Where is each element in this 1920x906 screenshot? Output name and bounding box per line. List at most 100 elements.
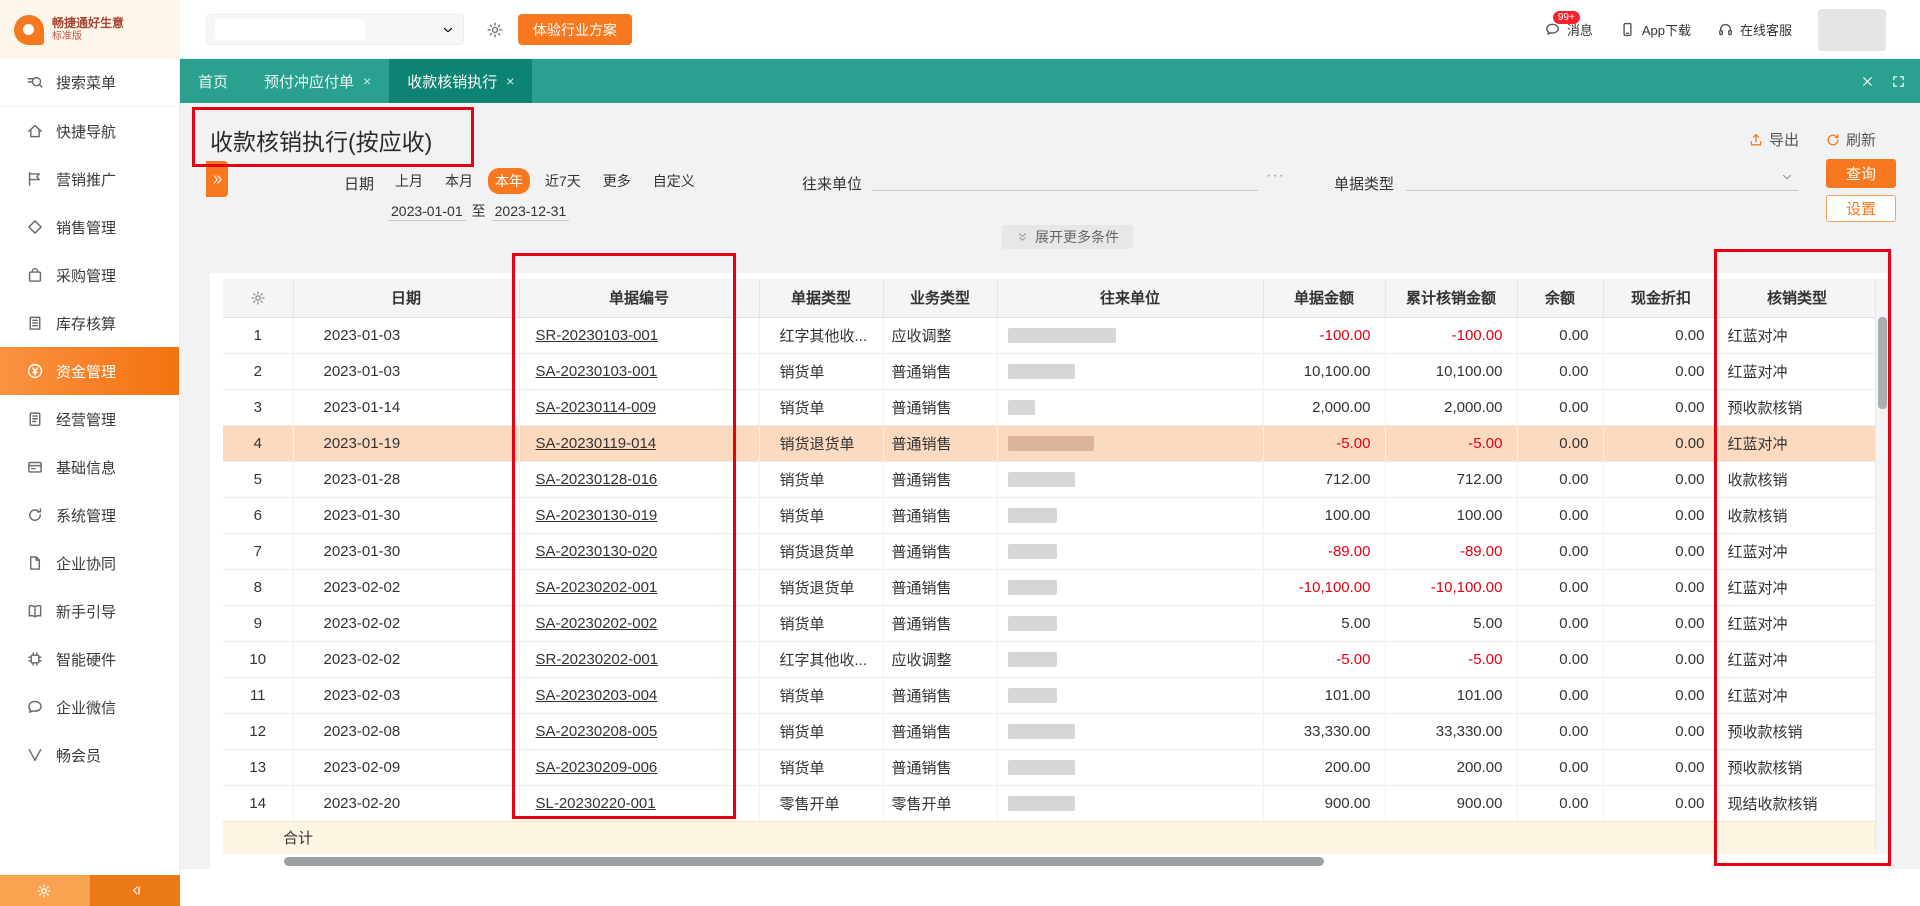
table-row[interactable]: 5 2023-01-28 SA-20230128-016 销货单 普通销售 712.00 7…	[223, 461, 1876, 498]
column-header[interactable]: 往来单位	[997, 279, 1264, 318]
column-header[interactable]: 余额	[1517, 279, 1604, 318]
column-header[interactable]: 业务类型	[883, 279, 998, 318]
trial-plan-button[interactable]: 体验行业方案	[518, 14, 632, 45]
sidebar-item-label: 企业微信	[56, 699, 117, 717]
table-row[interactable]: 12 2023-02-08 SA-20230208-005 销货单 普通销售 33,330…	[223, 713, 1876, 750]
sidebar-item-hardware[interactable]: 智能硬件	[0, 635, 179, 683]
cell-settled-amount: 900.00	[1385, 785, 1518, 822]
date-option[interactable]: 近7天	[538, 168, 588, 194]
column-settings-header[interactable]	[223, 279, 294, 318]
doc-number-link[interactable]: SR-20230103-001	[536, 327, 659, 344]
filter-settings-button[interactable]: 设置	[1826, 195, 1896, 222]
sidebar-settings-icon[interactable]	[0, 875, 90, 906]
sidebar-item-collab[interactable]: 企业协同	[0, 539, 179, 587]
date-option[interactable]: 上月	[388, 168, 430, 194]
doc-number-link[interactable]: SL-20230220-001	[536, 795, 656, 812]
table-row[interactable]: 3 2023-01-14 SA-20230114-009 销货单 普通销售 2,000.0…	[223, 389, 1876, 426]
wechat-icon	[28, 700, 42, 713]
table-row[interactable]: 10 2023-02-02 SR-20230202-001 红字其他收... 应收调整 -…	[223, 641, 1876, 678]
doc-number-link[interactable]: SA-20230119-014	[536, 435, 657, 452]
column-header[interactable]: 核销类型	[1719, 279, 1876, 318]
date-option[interactable]: 自定义	[646, 168, 702, 194]
horizontal-scrollbar[interactable]	[284, 857, 1324, 866]
sidebar-item-funds[interactable]: 资金管理	[0, 347, 179, 395]
tab-prepaid-offset[interactable]: 预付冲应付单 ×	[246, 59, 389, 103]
column-header[interactable]: 单据金额	[1263, 279, 1386, 318]
date-range[interactable]: 2023-01-01 至 2023-12-31	[388, 201, 570, 221]
messages-button[interactable]: 99+ 消息	[1544, 10, 1593, 39]
date-option[interactable]: 本年	[488, 168, 530, 194]
table-row[interactable]: 9 2023-02-02 SA-20230202-002 销货单 普通销售 5.00 5.0…	[223, 605, 1876, 642]
sidebar-item-member[interactable]: 畅会员	[0, 731, 179, 779]
redacted-partner-name	[1007, 796, 1075, 812]
date-option[interactable]: 本月	[438, 168, 480, 194]
tab-close-icon[interactable]: ×	[363, 73, 371, 89]
sidebar-item-purchase[interactable]: 采购管理	[0, 251, 179, 299]
doc-number-link[interactable]: SA-20230208-005	[536, 723, 658, 740]
cell-settled-amount: 712.00	[1385, 461, 1518, 498]
sidebar-item-baseinfo[interactable]: 基础信息	[0, 443, 179, 491]
doc-number-link[interactable]: SA-20230130-020	[536, 543, 658, 560]
date-to-value[interactable]: 2023-12-31	[491, 203, 570, 221]
filter-collapse-tag[interactable]	[206, 161, 228, 197]
doc-number-link[interactable]: SA-20230209-006	[536, 759, 658, 776]
column-header[interactable]: 单据编号	[519, 279, 760, 318]
refresh-button[interactable]: 刷新	[1825, 129, 1876, 150]
table-row[interactable]: 4 2023-01-19 SA-20230119-014 销货退货单 普通销售 -5.00…	[223, 425, 1876, 462]
fullscreen-icon[interactable]	[1891, 74, 1906, 89]
doc-type-select[interactable]	[1406, 161, 1798, 191]
query-button[interactable]: 查询	[1826, 159, 1896, 188]
table-row[interactable]: 14 2023-02-20 SL-20230220-001 零售开单 零售开单 900.0…	[223, 785, 1876, 822]
sidebar-item-promo[interactable]: 营销推广	[0, 155, 179, 203]
partner-input[interactable]	[872, 161, 1258, 191]
sidebar-item-system[interactable]: 系统管理	[0, 491, 179, 539]
app-download-button[interactable]: App下载	[1619, 20, 1691, 39]
doc-number-link[interactable]: SA-20230203-004	[536, 687, 658, 704]
table-row[interactable]: 2 2023-01-03 SA-20230103-001 销货单 普通销售 10,100.…	[223, 353, 1876, 390]
vertical-scrollbar[interactable]	[1875, 279, 1888, 854]
column-header[interactable]: 单据类型	[759, 279, 884, 318]
table-row[interactable]: 11 2023-02-03 SA-20230203-004 销货单 普通销售 101.00…	[223, 677, 1876, 714]
doc-number-link[interactable]: SA-20230114-009	[536, 399, 657, 416]
doc-number-link[interactable]: SA-20230202-001	[536, 579, 658, 596]
doc-number-link[interactable]: SA-20230202-002	[536, 615, 658, 632]
table-row[interactable]: 6 2023-01-30 SA-20230130-019 销货单 普通销售 100.00 1…	[223, 497, 1876, 534]
doc-number-link[interactable]: SA-20230128-016	[536, 471, 658, 488]
table-row[interactable]: 8 2023-02-02 SA-20230202-001 销货退货单 普通销售 -10,1…	[223, 569, 1876, 606]
sidebar-collapse-button[interactable]	[90, 875, 180, 906]
avatar[interactable]	[1818, 8, 1886, 51]
doc-number-link[interactable]: SA-20230130-019	[536, 507, 658, 524]
cell-cash-discount: 0.00	[1603, 605, 1720, 642]
sidebar-item-wechat[interactable]: 企业微信	[0, 683, 179, 731]
export-button[interactable]: 导出	[1748, 129, 1799, 150]
tab-close-icon[interactable]: ×	[506, 73, 514, 89]
column-header[interactable]: 现金折扣	[1603, 279, 1720, 318]
doc-number-link[interactable]: SA-20230103-001	[536, 363, 658, 380]
table-row[interactable]: 7 2023-01-30 SA-20230130-020 销货退货单 普通销售 -89.0…	[223, 533, 1876, 570]
doc-number-link[interactable]: SR-20230202-001	[536, 651, 659, 668]
date-from-value[interactable]: 2023-01-01	[388, 203, 466, 221]
online-service-button[interactable]: 在线客服	[1717, 20, 1792, 39]
org-select[interactable]	[206, 14, 464, 45]
table-row[interactable]: 1 2023-01-03 SR-20230103-001 红字其他收... 应收调整 -1…	[223, 317, 1876, 354]
app-logo: 畅捷通好生意 标准版	[0, 0, 180, 59]
sidebar-item-home[interactable]: 快捷导航	[0, 107, 179, 155]
sidebar-item-operations[interactable]: 经营管理	[0, 395, 179, 443]
gear-icon[interactable]	[486, 21, 504, 39]
partner-more-button[interactable]: ···	[1266, 167, 1285, 185]
date-option[interactable]: 更多	[596, 168, 638, 194]
sidebar-item-guide[interactable]: 新手引导	[0, 587, 179, 635]
table-row[interactable]: 13 2023-02-09 SA-20230209-006 销货单 普通销售 200.00…	[223, 749, 1876, 786]
tab-home[interactable]: 首页	[180, 59, 246, 103]
expand-more-bar[interactable]: 展开更多条件	[1002, 225, 1133, 249]
vertical-scrollbar-thumb[interactable]	[1878, 317, 1887, 409]
sidebar-item-inventory[interactable]: 库存核算	[0, 299, 179, 347]
search-icon	[27, 76, 43, 88]
sidebar-item-sales[interactable]: 销售管理	[0, 203, 179, 251]
column-header[interactable]: 日期	[293, 279, 520, 318]
tab-receipt-settlement[interactable]: 收款核销执行 ×	[389, 59, 533, 103]
close-tabs-icon[interactable]	[1860, 74, 1875, 89]
column-header[interactable]: 累计核销金额	[1385, 279, 1518, 318]
cell-cash-discount: 0.00	[1603, 533, 1720, 570]
sidebar-item-search[interactable]: 搜索菜单	[0, 59, 179, 107]
